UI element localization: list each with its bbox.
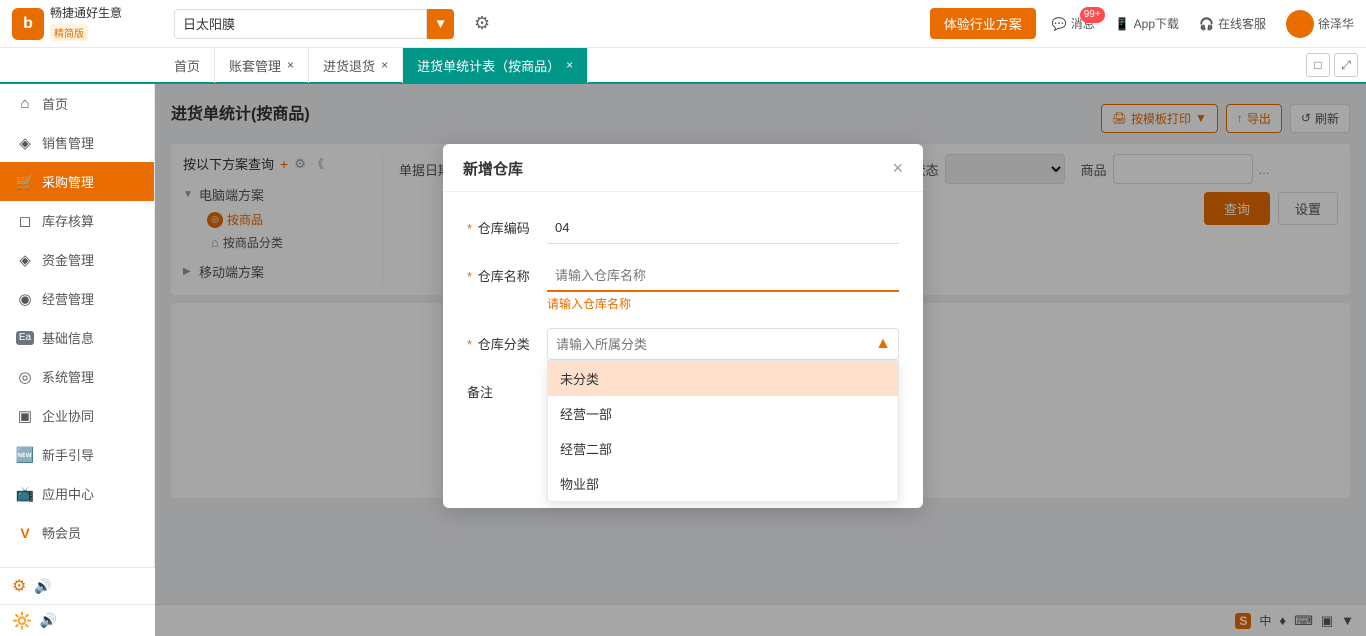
topbar-right: 💬 消息 99+ 📱 App下载 🎧 在线客服 徐泽华 [1052, 10, 1354, 38]
sidebar-item-enterprise[interactable]: ▣ 企业协同 [0, 396, 154, 435]
inventory-icon: ◻ [16, 212, 34, 230]
sales-icon: ◈ [16, 134, 34, 152]
category-select-input[interactable] [547, 328, 899, 360]
online-service-btn[interactable]: 🎧 在线客服 [1199, 15, 1266, 32]
app-name: 畅捷通好生意 [50, 6, 122, 22]
message-icon: 💬 [1052, 17, 1067, 31]
modal-title: 新增仓库 [463, 158, 523, 179]
tab-purchase-stats[interactable]: 进货单统计表（按商品） × [403, 47, 588, 83]
category-select-wrapper: ▲ [547, 328, 899, 360]
form-row-name: * 仓库名称 请输入仓库名称 [467, 260, 899, 312]
headset-icon: 🎧 [1199, 17, 1214, 31]
warehouse-name-input[interactable] [547, 260, 899, 292]
guide-icon: 🆕 [16, 446, 34, 464]
modal-header: 新增仓库 × [443, 144, 923, 192]
basic-icon: Ea [16, 331, 34, 345]
appcenter-icon: 📺 [16, 485, 34, 503]
form-row-code: * 仓库编码 [467, 212, 899, 244]
app-logo-icon: b [12, 8, 44, 40]
name-error-msg: 请输入仓库名称 [547, 295, 899, 312]
tab-home[interactable]: 首页 [160, 47, 215, 83]
topbar-center-space: ⚙ [466, 13, 930, 34]
sidebar-item-guide[interactable]: 🆕 新手引导 [0, 435, 154, 474]
sidebar-item-sales[interactable]: ◈ 销售管理 [0, 123, 154, 162]
user-avatar [1286, 10, 1314, 38]
modal-close-btn[interactable]: × [892, 158, 903, 179]
sidebar-item-inventory[interactable]: ◻ 库存核算 [0, 201, 154, 240]
modal-body: * 仓库编码 * 仓库名称 [443, 192, 923, 447]
code-label: * 仓库编码 [467, 212, 547, 237]
settings-icon-bottom[interactable]: ⚙ [12, 576, 26, 596]
notes-label: 备注 [467, 376, 547, 401]
home-icon: ⌂ [16, 95, 34, 113]
mobile-icon: 📱 [1115, 17, 1130, 31]
brightness-icon[interactable]: 🔆 [12, 611, 32, 631]
system-icon: ◎ [16, 368, 34, 386]
operation-icon: ◉ [16, 290, 34, 308]
app-download-btn[interactable]: 📱 App下载 [1115, 15, 1179, 32]
category-dropdown-list: 未分类 经营一部 经营二部 物业部 [547, 360, 899, 502]
sidebar-item-finance[interactable]: ◈ 资金管理 [0, 240, 154, 279]
topbar: b 畅捷通好生意 精简版 ▼ ⚙ 体验行业方案 💬 消息 99+ 📱 App下载… [0, 0, 1366, 48]
message-badge: 99+ [1080, 7, 1105, 23]
tabbar: 首页 账套管理 × 进货退货 × 进货单统计表（按商品） × □ ⤢ [0, 48, 1366, 84]
app-badge: 精简版 [50, 24, 88, 41]
content-area: 进货单统计(按商品) 🖨 按模板打印 ▼ ↑ 导出 ↺ 刷新 [155, 84, 1366, 636]
tab-close-return[interactable]: × [381, 58, 388, 72]
logo-text-area: 畅捷通好生意 精简版 [50, 6, 122, 41]
topbar-search-area: ▼ [174, 9, 454, 39]
tab-restore-btn[interactable]: □ [1306, 53, 1330, 77]
sidebar-item-system[interactable]: ◎ 系统管理 [0, 357, 154, 396]
messages-btn[interactable]: 💬 消息 99+ [1052, 15, 1095, 32]
tab-expand-btn[interactable]: ⤢ [1334, 53, 1358, 77]
logo-area: b 畅捷通好生意 精简版 [12, 6, 162, 41]
tab-purchase-return[interactable]: 进货退货 × [309, 47, 403, 83]
main-layout: ⌂ 首页 ◈ 销售管理 🛒 采购管理 ◻ 库存核算 ◈ 资金管理 ◉ 经营管理 … [0, 84, 1366, 636]
sidebar-bottom: ⚙ 🔊 [0, 567, 155, 604]
dropdown-item-uncategorized[interactable]: 未分类 [548, 361, 898, 396]
modal-overlay[interactable]: 新增仓库 × * 仓库编码 [155, 84, 1366, 636]
speaker-icon[interactable]: 🔊 [34, 578, 51, 595]
finance-icon: ◈ [16, 251, 34, 269]
topbar-search-dropdown-btn[interactable]: ▼ [427, 9, 454, 39]
form-row-category: * 仓库分类 ▲ 未分类 经营一部 经营二部 [467, 328, 899, 360]
enterprise-icon: ▣ [16, 407, 34, 425]
sidebar: ⌂ 首页 ◈ 销售管理 🛒 采购管理 ◻ 库存核算 ◈ 资金管理 ◉ 经营管理 … [0, 84, 155, 636]
sidebar-item-operation[interactable]: ◉ 经营管理 [0, 279, 154, 318]
tab-account[interactable]: 账套管理 × [215, 47, 309, 83]
sidebar-item-vip[interactable]: V 畅会员 [0, 513, 154, 552]
name-label: * 仓库名称 [467, 260, 547, 285]
sidebar-item-appcenter[interactable]: 📺 应用中心 [0, 474, 154, 513]
sidebar-item-basic[interactable]: Ea 基础信息 [0, 318, 154, 357]
dropdown-item-property[interactable]: 物业部 [548, 466, 898, 501]
tab-window-controls: □ ⤢ [1306, 53, 1366, 77]
vip-icon: V [16, 524, 34, 542]
tab-close-account[interactable]: × [287, 58, 294, 72]
category-label: * 仓库分类 [467, 328, 547, 353]
gear-icon[interactable]: ⚙ [474, 13, 490, 33]
purchase-icon: 🛒 [16, 173, 34, 191]
warehouse-code-input[interactable] [547, 212, 899, 244]
name-control: 请输入仓库名称 [547, 260, 899, 312]
bottom-left: 🔆 🔊 [12, 611, 57, 631]
sound-icon[interactable]: 🔊 [40, 612, 57, 629]
dropdown-item-operation1[interactable]: 经营一部 [548, 396, 898, 431]
add-warehouse-modal: 新增仓库 × * 仓库编码 [443, 144, 923, 508]
user-area[interactable]: 徐泽华 [1286, 10, 1354, 38]
category-control: ▲ 未分类 经营一部 经营二部 物业部 [547, 328, 899, 360]
dropdown-item-operation2[interactable]: 经营二部 [548, 431, 898, 466]
topbar-search-input[interactable] [174, 9, 427, 39]
sidebar-item-home[interactable]: ⌂ 首页 [0, 84, 154, 123]
tab-close-stats[interactable]: × [566, 58, 573, 72]
experience-btn[interactable]: 体验行业方案 [930, 8, 1036, 39]
sidebar-item-purchase[interactable]: 🛒 采购管理 [0, 162, 154, 201]
code-control [547, 212, 899, 244]
